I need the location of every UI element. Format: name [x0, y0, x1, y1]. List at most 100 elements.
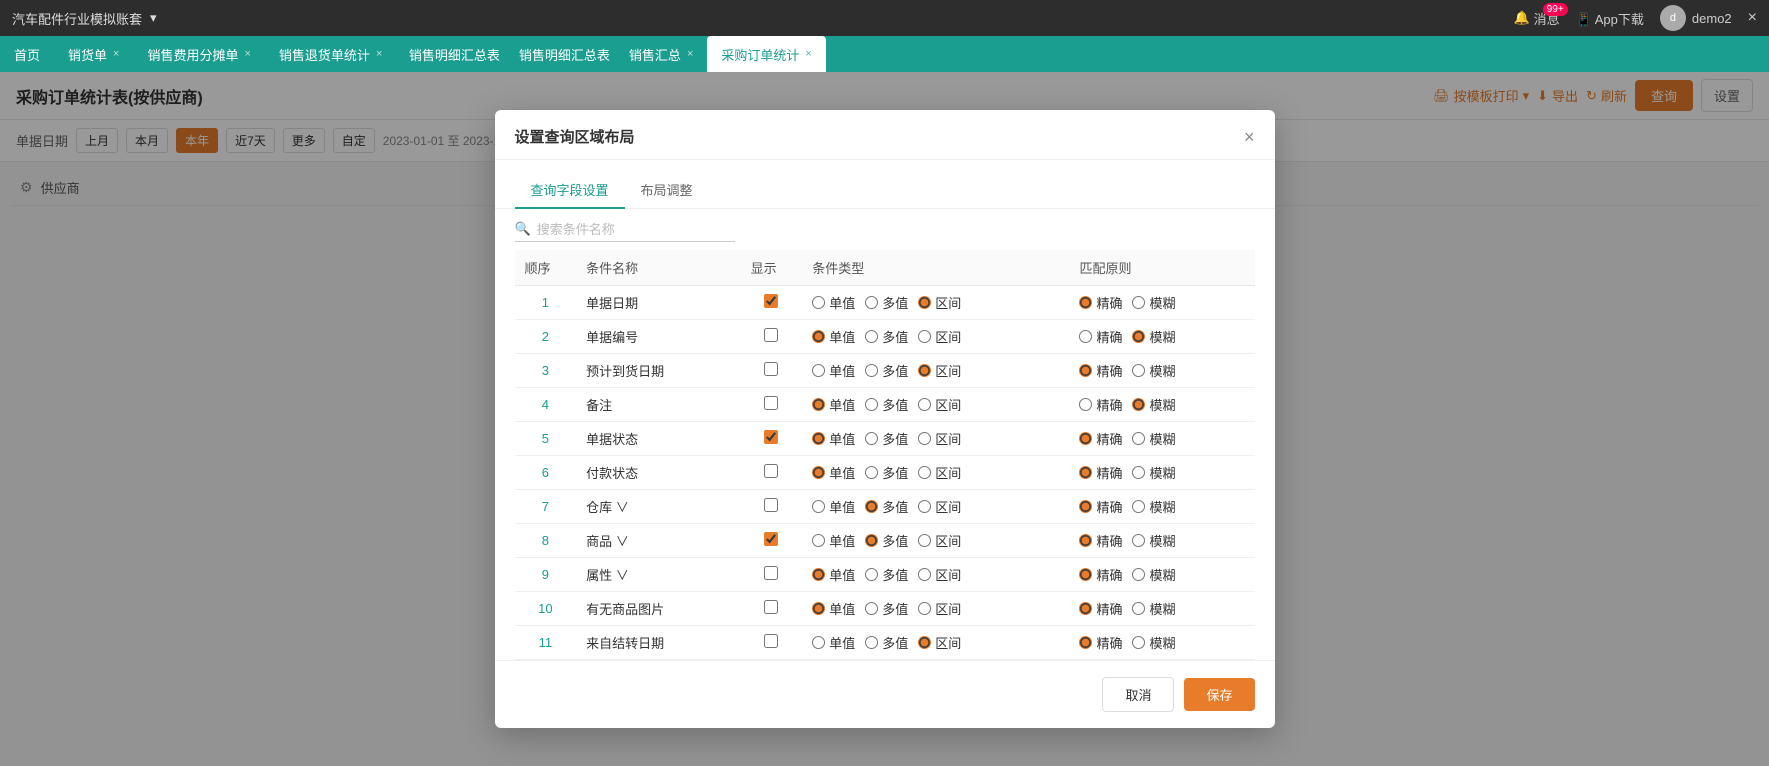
match-radio-item[interactable]: 模糊 — [1132, 497, 1175, 516]
match-radio-item[interactable]: 模糊 — [1132, 599, 1175, 618]
type-radio-item[interactable]: 区间 — [918, 395, 961, 414]
type-radio-item[interactable]: 单值 — [812, 531, 855, 550]
cancel-button[interactable]: 取消 — [1102, 677, 1174, 712]
type-radio-item[interactable]: 区间 — [918, 327, 961, 346]
display-checkbox[interactable] — [764, 498, 778, 512]
display-checkbox[interactable] — [764, 328, 778, 342]
type-radio-item[interactable]: 多值 — [865, 361, 908, 380]
type-radio-item[interactable]: 多值 — [865, 429, 908, 448]
tab-5[interactable]: 销售明细汇总表 × — [505, 36, 615, 72]
type-radio-item[interactable]: 区间 — [918, 599, 961, 618]
type-radio-item[interactable]: 单值 — [812, 293, 855, 312]
tab-4[interactable]: 销售明细汇总表 × — [395, 36, 505, 72]
settings-dialog: 设置查询区域布局 × 查询字段设置 布局调整 🔍 — [495, 110, 1275, 728]
type-radio-item[interactable]: 区间 — [918, 497, 961, 516]
table-row: 3预计到货日期单值多值区间精确模糊 — [515, 354, 1255, 388]
type-radio-item[interactable]: 单值 — [812, 565, 855, 584]
match-radio-item[interactable]: 精确 — [1079, 531, 1122, 550]
type-radio-item[interactable]: 区间 — [918, 565, 961, 584]
type-radio-item[interactable]: 单值 — [812, 395, 855, 414]
tab-7-close[interactable]: × — [805, 48, 811, 60]
match-radio-item[interactable]: 精确 — [1079, 327, 1122, 346]
search-input[interactable] — [537, 222, 717, 237]
display-checkbox[interactable] — [764, 600, 778, 614]
match-radio-item[interactable]: 精确 — [1079, 293, 1122, 312]
type-radio-item[interactable]: 单值 — [812, 327, 855, 346]
notification-area[interactable]: 🔔 消息 99+ — [1513, 9, 1559, 28]
display-checkbox[interactable] — [764, 566, 778, 580]
display-checkbox[interactable] — [764, 362, 778, 376]
type-radio-item[interactable]: 区间 — [918, 429, 961, 448]
type-radio-item[interactable]: 多值 — [865, 395, 908, 414]
match-radio-item[interactable]: 模糊 — [1132, 531, 1175, 550]
app-download-area[interactable]: 📱 App下载 — [1576, 9, 1644, 28]
row-display — [741, 592, 803, 626]
display-checkbox[interactable] — [764, 634, 778, 648]
display-checkbox[interactable] — [764, 396, 778, 410]
tab-sales[interactable]: 销货单 × — [54, 36, 133, 72]
type-radio-item[interactable]: 区间 — [918, 463, 961, 482]
tab-sales-close[interactable]: × — [113, 48, 119, 60]
match-radio-item[interactable]: 精确 — [1079, 429, 1122, 448]
match-radio-item[interactable]: 精确 — [1079, 497, 1122, 516]
match-radio-item[interactable]: 模糊 — [1132, 633, 1175, 652]
match-radio-item[interactable]: 精确 — [1079, 361, 1122, 380]
tab-layout[interactable]: 布局调整 — [625, 172, 709, 209]
match-radio-item[interactable]: 模糊 — [1132, 395, 1175, 414]
type-radio-item[interactable]: 单值 — [812, 429, 855, 448]
type-radio-item[interactable]: 多值 — [865, 293, 908, 312]
match-radio-item[interactable]: 精确 — [1079, 395, 1122, 414]
type-radio-item[interactable]: 多值 — [865, 599, 908, 618]
match-radio-item[interactable]: 精确 — [1079, 565, 1122, 584]
tab-home[interactable]: 首页 — [0, 36, 54, 72]
tab-sales-expense[interactable]: 销售费用分摊单 × — [133, 36, 264, 72]
type-radio-item[interactable]: 多值 — [865, 565, 908, 584]
tab-7[interactable]: 采购订单统计 × — [707, 36, 825, 72]
match-radio-item[interactable]: 模糊 — [1132, 361, 1175, 380]
display-checkbox[interactable] — [764, 294, 778, 308]
type-radio-item[interactable]: 区间 — [918, 633, 961, 652]
row-order: 11 — [515, 626, 577, 660]
type-radio-item[interactable]: 区间 — [918, 531, 961, 550]
user-area[interactable]: d demo2 — [1660, 5, 1732, 31]
type-radio-item[interactable]: 多值 — [865, 497, 908, 516]
match-radio-item[interactable]: 模糊 — [1132, 327, 1175, 346]
row-display — [741, 422, 803, 456]
table-row: 6付款状态单值多值区间精确模糊 — [515, 456, 1255, 490]
tab-sales-return-close[interactable]: × — [376, 48, 382, 60]
tab-6[interactable]: 销售汇总 × — [615, 36, 707, 72]
row-display — [741, 524, 803, 558]
display-checkbox[interactable] — [764, 430, 778, 444]
tab-6-close[interactable]: × — [687, 48, 693, 60]
match-radio-item[interactable]: 模糊 — [1132, 463, 1175, 482]
type-radio-item[interactable]: 多值 — [865, 327, 908, 346]
match-radio-item[interactable]: 精确 — [1079, 633, 1122, 652]
tab-sales-expense-close[interactable]: × — [244, 48, 250, 60]
tab-6-label: 销售汇总 — [629, 45, 681, 64]
type-radio-item[interactable]: 单值 — [812, 463, 855, 482]
type-radio-item[interactable]: 单值 — [812, 633, 855, 652]
dialog-close-button[interactable]: × — [1244, 128, 1255, 146]
tab-query-fields[interactable]: 查询字段设置 — [515, 172, 625, 209]
display-checkbox[interactable] — [764, 464, 778, 478]
save-button[interactable]: 保存 — [1184, 678, 1254, 711]
row-match: 精确模糊 — [1069, 558, 1254, 592]
match-radio-item[interactable]: 精确 — [1079, 463, 1122, 482]
topbar-close-button[interactable]: × — [1748, 9, 1757, 27]
match-radio-item[interactable]: 模糊 — [1132, 429, 1175, 448]
type-radio-item[interactable]: 单值 — [812, 497, 855, 516]
match-radio-item[interactable]: 模糊 — [1132, 293, 1175, 312]
display-checkbox[interactable] — [764, 532, 778, 546]
row-type: 单值多值区间 — [802, 388, 1069, 422]
dialog-overlay: 设置查询区域布局 × 查询字段设置 布局调整 🔍 — [0, 72, 1769, 766]
match-radio-item[interactable]: 模糊 — [1132, 565, 1175, 584]
type-radio-item[interactable]: 区间 — [918, 361, 961, 380]
type-radio-item[interactable]: 单值 — [812, 361, 855, 380]
type-radio-item[interactable]: 多值 — [865, 463, 908, 482]
tab-sales-return[interactable]: 销售退货单统计 × — [265, 36, 395, 72]
type-radio-item[interactable]: 多值 — [865, 531, 908, 550]
type-radio-item[interactable]: 多值 — [865, 633, 908, 652]
match-radio-item[interactable]: 精确 — [1079, 599, 1122, 618]
type-radio-item[interactable]: 区间 — [918, 293, 961, 312]
type-radio-item[interactable]: 单值 — [812, 599, 855, 618]
